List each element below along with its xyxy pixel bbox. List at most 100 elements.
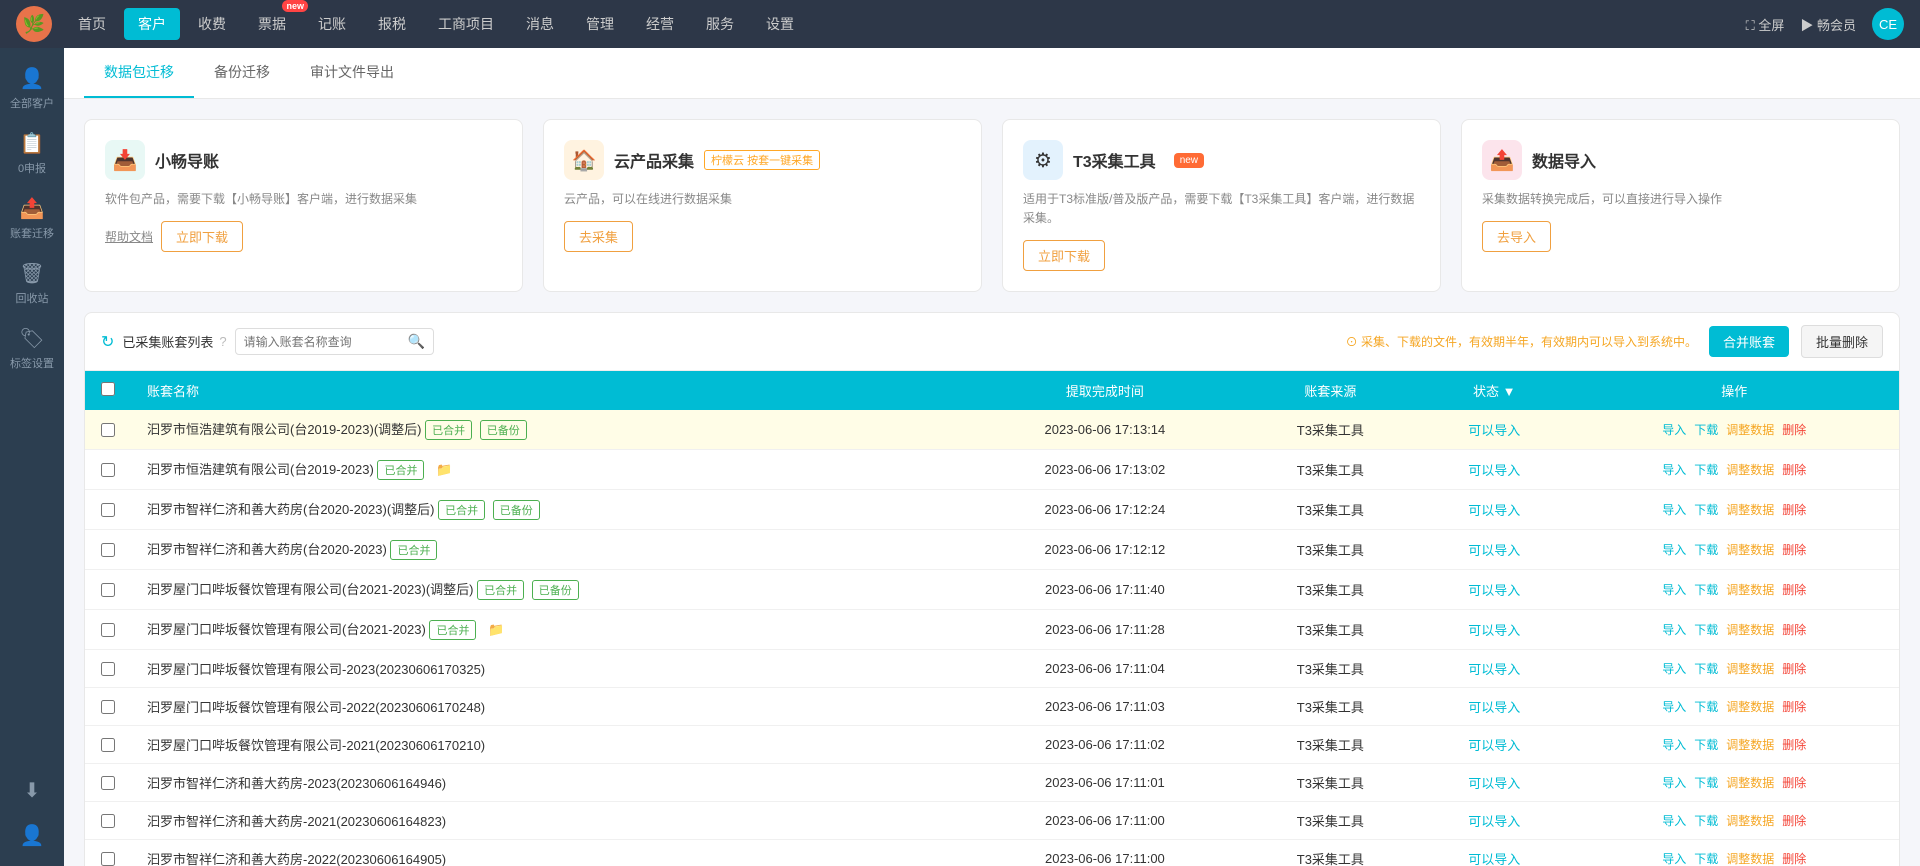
xiaochangdaozhang-help-link[interactable]: 帮助文档 (105, 228, 153, 245)
yunyixin-collect-btn[interactable]: 去采集 (564, 221, 633, 252)
row-checkbox[interactable] (101, 463, 115, 477)
search-icon[interactable]: 🔍 (408, 333, 425, 350)
row-checkbox[interactable] (101, 738, 115, 752)
select-all-checkbox[interactable] (101, 382, 115, 396)
action-下载[interactable]: 下载 (1694, 543, 1718, 557)
action-下载[interactable]: 下载 (1694, 623, 1718, 637)
action-调整数据[interactable]: 调整数据 (1726, 583, 1774, 597)
action-下载[interactable]: 下载 (1694, 700, 1718, 714)
nav-item-settings[interactable]: 设置 (752, 8, 808, 40)
action-删除[interactable]: 删除 (1782, 738, 1806, 752)
row-checkbox[interactable] (101, 662, 115, 676)
action-导入[interactable]: 导入 (1662, 814, 1686, 828)
sidebar-item-user[interactable]: 👤 (16, 813, 49, 858)
action-调整数据[interactable]: 调整数据 (1726, 623, 1774, 637)
action-调整数据[interactable]: 调整数据 (1726, 423, 1774, 437)
action-下载[interactable]: 下载 (1694, 738, 1718, 752)
action-删除[interactable]: 删除 (1782, 662, 1806, 676)
action-导入[interactable]: 导入 (1662, 463, 1686, 477)
action-调整数据[interactable]: 调整数据 (1726, 503, 1774, 517)
t3caiji-download-btn[interactable]: 立即下载 (1023, 240, 1105, 271)
row-checkbox[interactable] (101, 700, 115, 714)
nav-item-home[interactable]: 首页 (64, 8, 120, 40)
trash-icon: 🗑 (19, 261, 44, 286)
row-checkbox[interactable] (101, 583, 115, 597)
shujudaoru-import-btn[interactable]: 去导入 (1482, 221, 1551, 252)
nav-item-commerce[interactable]: 工商项目 (424, 8, 508, 40)
nav-item-service[interactable]: 服务 (692, 8, 748, 40)
action-调整数据[interactable]: 调整数据 (1726, 700, 1774, 714)
action-导入[interactable]: 导入 (1662, 503, 1686, 517)
nav-item-customer[interactable]: 客户 (124, 8, 180, 40)
action-导入[interactable]: 导入 (1662, 700, 1686, 714)
action-删除[interactable]: 删除 (1782, 776, 1806, 790)
action-调整数据[interactable]: 调整数据 (1726, 543, 1774, 557)
row-checkbox[interactable] (101, 623, 115, 637)
action-调整数据[interactable]: 调整数据 (1726, 662, 1774, 676)
search-input[interactable] (244, 335, 404, 349)
action-删除[interactable]: 删除 (1782, 423, 1806, 437)
action-调整数据[interactable]: 调整数据 (1726, 776, 1774, 790)
fullscreen-btn[interactable]: ⛶ 全屏 (1746, 15, 1785, 34)
action-导入[interactable]: 导入 (1662, 583, 1686, 597)
sidebar-item-download[interactable]: ⬇ (16, 768, 49, 813)
action-删除[interactable]: 删除 (1782, 814, 1806, 828)
action-导入[interactable]: 导入 (1662, 423, 1686, 437)
row-checkbox[interactable] (101, 503, 115, 517)
row-checkbox[interactable] (101, 543, 115, 557)
action-下载[interactable]: 下载 (1694, 776, 1718, 790)
row-checkbox[interactable] (101, 814, 115, 828)
app-logo[interactable]: 🌿 (16, 6, 52, 42)
action-调整数据[interactable]: 调整数据 (1726, 463, 1774, 477)
sidebar-item-tags[interactable]: 🏷 标签设置 (0, 316, 64, 381)
nav-item-fee[interactable]: 收费 (184, 8, 240, 40)
action-删除[interactable]: 删除 (1782, 543, 1806, 557)
action-删除[interactable]: 删除 (1782, 852, 1806, 866)
tab-data-migration[interactable]: 数据包迁移 (84, 48, 194, 98)
row-checkbox[interactable] (101, 852, 115, 866)
sidebar-item-allcustomers[interactable]: 👤 全部客户 (0, 56, 64, 121)
row-checkbox[interactable] (101, 776, 115, 790)
action-删除[interactable]: 删除 (1782, 700, 1806, 714)
sidebar-item-recycle[interactable]: 🗑 回收站 (0, 251, 64, 316)
batch-delete-btn[interactable]: 批量删除 (1801, 325, 1883, 358)
action-导入[interactable]: 导入 (1662, 852, 1686, 866)
nav-item-invoice[interactable]: 票据 new (244, 8, 300, 40)
action-导入[interactable]: 导入 (1662, 776, 1686, 790)
sidebar-item-migration[interactable]: 📤 账套迁移 (0, 186, 64, 251)
merge-btn[interactable]: 合并账套 (1709, 326, 1789, 357)
action-删除[interactable]: 删除 (1782, 503, 1806, 517)
help-icon[interactable]: ? (219, 334, 226, 349)
action-下载[interactable]: 下载 (1694, 423, 1718, 437)
action-下载[interactable]: 下载 (1694, 662, 1718, 676)
action-调整数据[interactable]: 调整数据 (1726, 852, 1774, 866)
action-下载[interactable]: 下载 (1694, 583, 1718, 597)
action-导入[interactable]: 导入 (1662, 543, 1686, 557)
action-删除[interactable]: 删除 (1782, 463, 1806, 477)
nav-item-manage[interactable]: 管理 (572, 8, 628, 40)
action-导入[interactable]: 导入 (1662, 662, 1686, 676)
xiaochangdaozhang-download-btn[interactable]: 立即下载 (161, 221, 243, 252)
nav-item-operation[interactable]: 经营 (632, 8, 688, 40)
action-下载[interactable]: 下载 (1694, 814, 1718, 828)
action-导入[interactable]: 导入 (1662, 738, 1686, 752)
tab-audit-export[interactable]: 审计文件导出 (290, 48, 414, 98)
member-btn[interactable]: ▶ 畅会员 (1800, 15, 1856, 34)
refresh-icon[interactable]: ↻ (101, 332, 114, 352)
user-avatar[interactable]: CE (1872, 8, 1904, 40)
action-导入[interactable]: 导入 (1662, 623, 1686, 637)
action-下载[interactable]: 下载 (1694, 503, 1718, 517)
tab-backup-migration[interactable]: 备份迁移 (194, 48, 290, 98)
sidebar-item-zerodeclaration[interactable]: 📋 0申报 (0, 121, 64, 186)
action-下载[interactable]: 下载 (1694, 463, 1718, 477)
nav-item-tax[interactable]: 报税 (364, 8, 420, 40)
action-调整数据[interactable]: 调整数据 (1726, 738, 1774, 752)
row-checkbox[interactable] (101, 423, 115, 437)
action-删除[interactable]: 删除 (1782, 583, 1806, 597)
nav-item-bookkeep[interactable]: 记账 (304, 8, 360, 40)
table-row: 汩罗市智祥仁济和善大药房-2023(20230606164946)2023-06… (85, 764, 1899, 802)
action-调整数据[interactable]: 调整数据 (1726, 814, 1774, 828)
action-下载[interactable]: 下载 (1694, 852, 1718, 866)
action-删除[interactable]: 删除 (1782, 623, 1806, 637)
nav-item-message[interactable]: 消息 (512, 8, 568, 40)
